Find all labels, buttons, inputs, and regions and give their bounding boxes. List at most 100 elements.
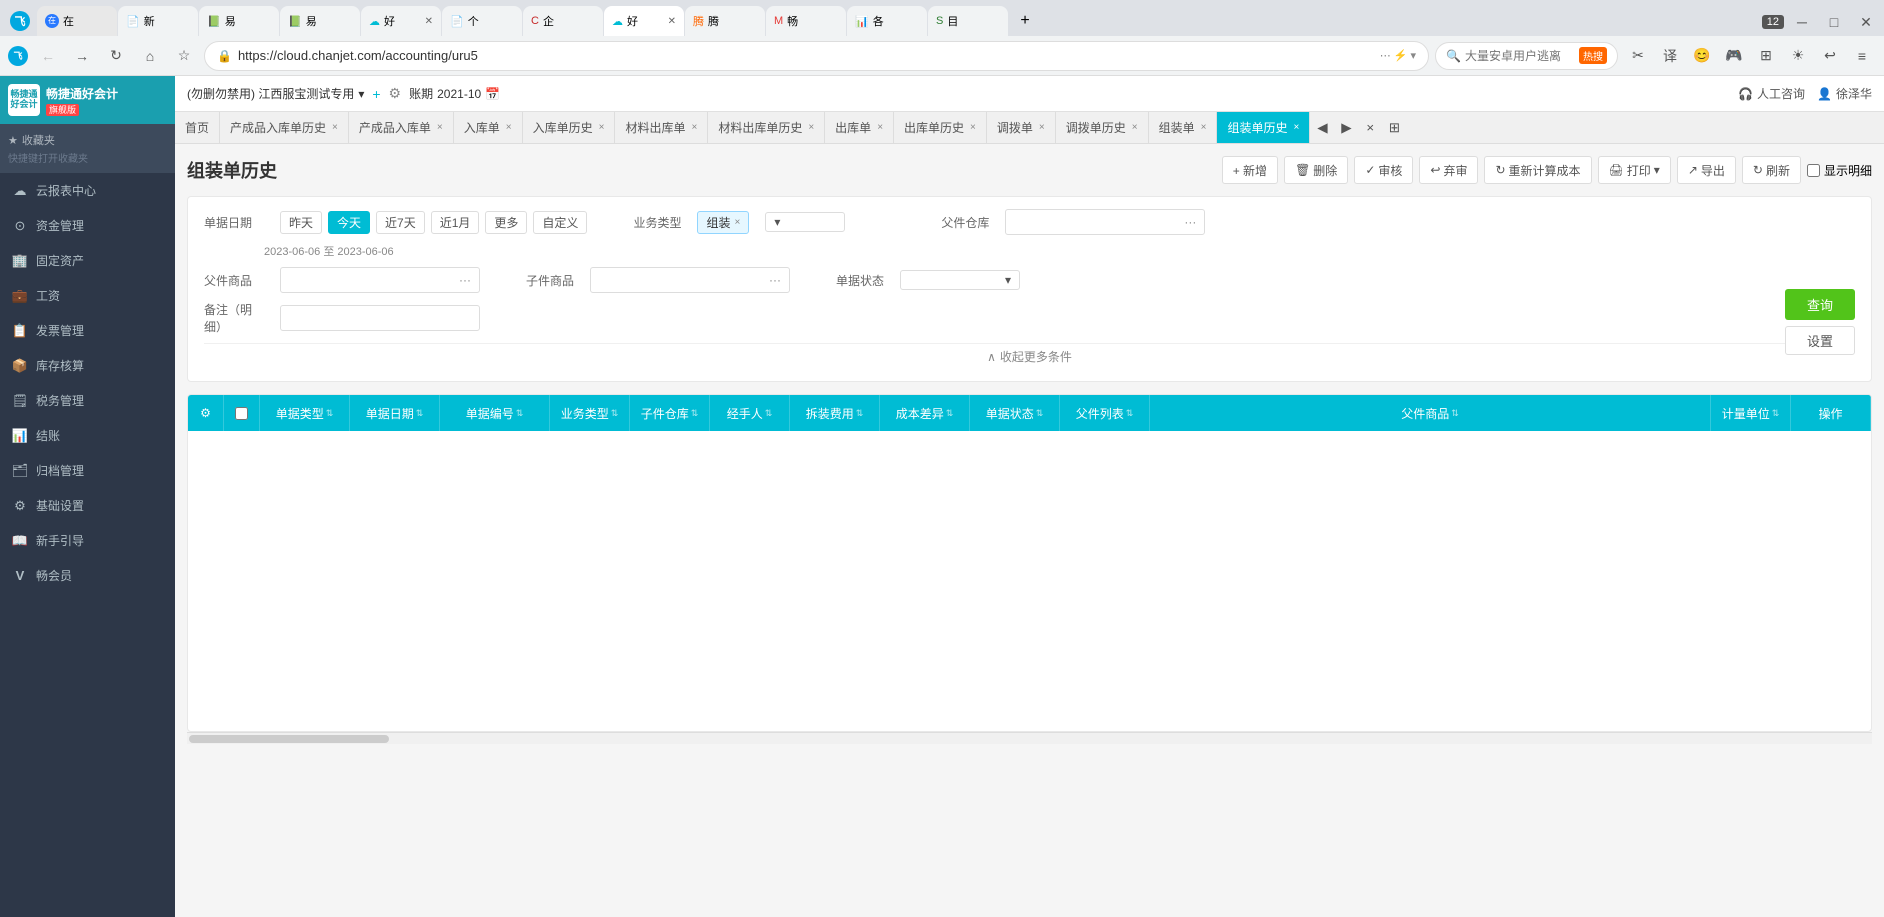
parent-product-field[interactable]: [289, 273, 455, 287]
page-tab-9[interactable]: 调拨单 ×: [987, 112, 1056, 144]
tab-close-11[interactable]: ×: [1201, 122, 1207, 133]
favorites-title[interactable]: ★ 收藏夹: [8, 132, 167, 148]
page-tab-home[interactable]: 首页: [175, 112, 220, 144]
date-btn-1month[interactable]: 近1月: [431, 211, 480, 234]
tab-close-1[interactable]: ×: [332, 122, 338, 133]
game-btn[interactable]: 🎮: [1720, 42, 1748, 70]
th-disassemble-fee[interactable]: 拆装费用 ⇅: [790, 395, 880, 431]
export-btn[interactable]: ↗ 导出: [1677, 156, 1736, 184]
audit-btn[interactable]: ✓ 审核: [1354, 156, 1413, 184]
th-parent-list[interactable]: 父件列表 ⇅: [1060, 395, 1150, 431]
sidebar-favorites[interactable]: ★ 收藏夹 快捷键打开收藏夹: [0, 124, 175, 173]
nav-item-cloud-report[interactable]: ☁ 云报表中心: [0, 173, 175, 208]
page-tab-11[interactable]: 组装单 ×: [1149, 112, 1218, 144]
tab-close-8[interactable]: ✕: [668, 16, 676, 27]
tab-close-9[interactable]: ×: [1039, 122, 1045, 133]
add-company-btn[interactable]: +: [372, 86, 380, 102]
home-btn[interactable]: ⌂: [136, 42, 164, 70]
parent-product-more[interactable]: ···: [459, 273, 471, 287]
child-product-more[interactable]: ···: [769, 273, 781, 287]
page-tab-5[interactable]: 材料出库单 ×: [615, 112, 708, 144]
forward-btn[interactable]: →: [68, 42, 96, 70]
page-tab-8[interactable]: 出库单历史 ×: [894, 112, 987, 144]
browser-tab-5[interactable]: ☁ 好 ✕: [361, 6, 441, 36]
browser-tab-2[interactable]: 📄 新: [118, 6, 198, 36]
grid-btn[interactable]: ⊞: [1752, 42, 1780, 70]
child-product-field[interactable]: [599, 273, 765, 287]
nav-item-member[interactable]: V 畅会员: [0, 558, 175, 593]
close-btn[interactable]: ✕: [1852, 8, 1880, 36]
sun-btn[interactable]: ☀: [1784, 42, 1812, 70]
browser-tab-8[interactable]: ☁ 好 ✕: [604, 6, 684, 36]
th-checkbox[interactable]: [224, 395, 260, 431]
refresh-btn[interactable]: ↻ 刷新: [1742, 156, 1801, 184]
settings-btn[interactable]: 设置: [1785, 326, 1855, 355]
date-btn-more[interactable]: 更多: [485, 211, 527, 234]
note-input[interactable]: [280, 305, 480, 331]
browser-tab-1[interactable]: 在 在: [37, 6, 117, 36]
display-detail-checkbox[interactable]: [1807, 164, 1820, 177]
select-all-checkbox[interactable]: [235, 407, 248, 420]
date-btn-7days[interactable]: 近7天: [376, 211, 425, 234]
tab-close-5[interactable]: ×: [691, 122, 697, 133]
tabs-prev-btn[interactable]: ◀: [1310, 112, 1334, 144]
tabs-more-btn[interactable]: ⊞: [1382, 112, 1406, 144]
date-btn-yesterday[interactable]: 昨天: [280, 211, 322, 234]
tab-close-2[interactable]: ×: [437, 122, 443, 133]
tab-close-6[interactable]: ×: [808, 122, 814, 133]
child-product-input[interactable]: ···: [590, 267, 790, 293]
th-bill-status[interactable]: 单据状态 ⇅: [970, 395, 1060, 431]
back-btn[interactable]: ←: [34, 42, 62, 70]
page-tab-2[interactable]: 产成品入库单 ×: [349, 112, 454, 144]
delete-btn[interactable]: 🗑 删除: [1284, 156, 1348, 184]
browser-tab-3[interactable]: 📗 易: [199, 6, 279, 36]
calendar-icon[interactable]: 📅: [485, 87, 500, 101]
nav-item-salary[interactable]: 💼 工资: [0, 278, 175, 313]
page-tab-4[interactable]: 入库单历史 ×: [523, 112, 616, 144]
th-unit[interactable]: 计量单位 ⇅: [1711, 395, 1791, 431]
bill-status-dropdown[interactable]: ▾: [900, 270, 1020, 290]
scissors-btn[interactable]: ✂: [1624, 42, 1652, 70]
emoji-btn[interactable]: 😊: [1688, 42, 1716, 70]
browser-tab-7[interactable]: C 企: [523, 6, 603, 36]
browser-tab-4[interactable]: 📗 易: [280, 6, 360, 36]
more-dots[interactable]: ···: [1184, 215, 1196, 229]
th-child-warehouse[interactable]: 子件仓库 ⇅: [630, 395, 710, 431]
collapse-btn[interactable]: ∧ 收起更多条件: [204, 343, 1855, 369]
nav-item-settings[interactable]: ⚙ 基础设置: [0, 488, 175, 523]
th-settings[interactable]: ⚙: [188, 395, 224, 431]
tab-close-12[interactable]: ×: [1293, 122, 1299, 133]
reload-btn[interactable]: ↻: [102, 42, 130, 70]
browser-tab-12[interactable]: S 目: [928, 6, 1008, 36]
browser-tab-6[interactable]: 📄 个: [442, 6, 522, 36]
recalc-btn[interactable]: ↻ 重新计算成本: [1484, 156, 1591, 184]
parent-warehouse-field[interactable]: [1014, 215, 1180, 229]
tab-close-3[interactable]: ×: [506, 122, 512, 133]
th-biz-type[interactable]: 业务类型 ⇅: [550, 395, 630, 431]
tab-close-7[interactable]: ×: [877, 122, 883, 133]
query-btn[interactable]: 查询: [1785, 289, 1855, 320]
th-parent-product[interactable]: 父件商品 ⇅: [1150, 395, 1711, 431]
nav-item-archive[interactable]: 🗂 归档管理: [0, 453, 175, 488]
page-tab-7[interactable]: 出库单 ×: [825, 112, 894, 144]
company-selector[interactable]: (勿删勿禁用) 江西服宝测试专用 ▾: [187, 85, 364, 102]
minimize-btn[interactable]: ─: [1788, 8, 1816, 36]
th-bill-no[interactable]: 单据编号 ⇅: [440, 395, 550, 431]
user-info[interactable]: 👤 徐泽华: [1817, 85, 1872, 102]
search-input[interactable]: [1465, 49, 1575, 63]
tab-close-5[interactable]: ✕: [425, 16, 433, 27]
scrollbar-area[interactable]: [187, 732, 1872, 744]
undo-btn[interactable]: ↩: [1816, 42, 1844, 70]
scrollbar-thumb[interactable]: [189, 735, 389, 743]
biz-type-dropdown[interactable]: ▾: [765, 212, 845, 232]
add-btn[interactable]: + 新增: [1222, 156, 1278, 184]
nav-item-invoice[interactable]: 📋 发票管理: [0, 313, 175, 348]
browser-tab-11[interactable]: 📊 各: [847, 6, 927, 36]
translate-btn[interactable]: 译: [1656, 42, 1684, 70]
browser-tab-10[interactable]: M 畅: [766, 6, 846, 36]
print-btn[interactable]: 🖨 打印 ▾: [1598, 156, 1671, 184]
page-tab-3[interactable]: 入库单 ×: [454, 112, 523, 144]
date-btn-today[interactable]: 今天: [328, 211, 370, 234]
nav-item-fixed-assets[interactable]: 🏢 固定资产: [0, 243, 175, 278]
th-cost-diff[interactable]: 成本差异 ⇅: [880, 395, 970, 431]
